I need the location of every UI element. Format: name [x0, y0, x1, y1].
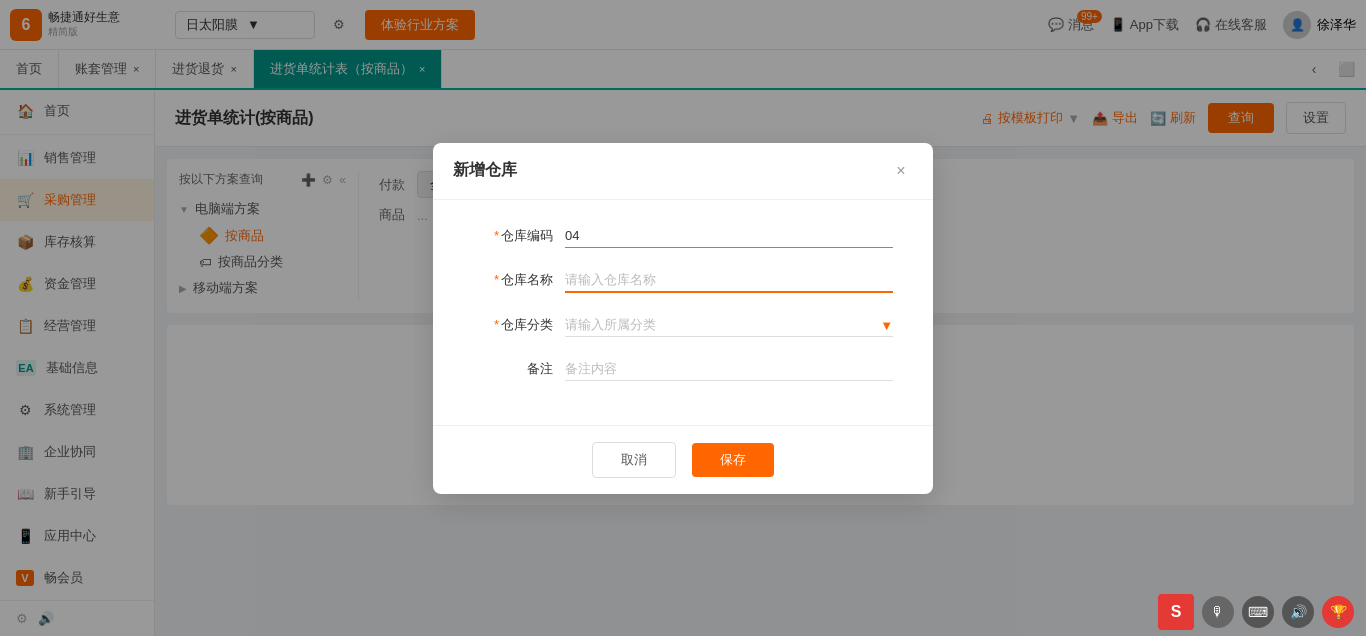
remark-label: 备注	[473, 360, 553, 378]
dialog-footer: 取消 保存	[433, 425, 933, 494]
required-star: *	[494, 228, 499, 243]
dialog-close-button[interactable]: ×	[889, 159, 913, 183]
form-row-name: *仓库名称	[473, 268, 893, 293]
warehouse-name-input[interactable]	[565, 268, 893, 293]
volume-button[interactable]: 🔊	[1282, 596, 1314, 628]
required-star-name: *	[494, 272, 499, 287]
modal-overlay: 新增仓库 × *仓库编码 *仓库名称 *仓库分类	[0, 0, 1366, 636]
warehouse-remark-input[interactable]	[565, 357, 893, 381]
warehouse-code-input[interactable]	[565, 224, 893, 248]
new-warehouse-dialog: 新增仓库 × *仓库编码 *仓库名称 *仓库分类	[433, 143, 933, 494]
form-row-remark: 备注	[473, 357, 893, 381]
save-button[interactable]: 保存	[692, 443, 774, 477]
bottom-bar: S 🎙 ⌨ 🔊 🏆	[1146, 588, 1366, 636]
category-label: *仓库分类	[473, 316, 553, 334]
name-label: *仓库名称	[473, 271, 553, 289]
form-row-category: *仓库分类 请输入所属分类 ▼	[473, 313, 893, 337]
warehouse-category-select[interactable]: 请输入所属分类	[565, 313, 893, 337]
microphone-button[interactable]: 🎙	[1202, 596, 1234, 628]
category-select-wrap: 请输入所属分类 ▼	[565, 313, 893, 337]
s-logo-icon: S	[1158, 594, 1194, 630]
dialog-header: 新增仓库 ×	[433, 143, 933, 200]
required-star-cat: *	[494, 317, 499, 332]
trophy-button[interactable]: 🏆	[1322, 596, 1354, 628]
dialog-title: 新增仓库	[453, 160, 517, 181]
form-row-code: *仓库编码	[473, 224, 893, 248]
dialog-body: *仓库编码 *仓库名称 *仓库分类 请输入所属分类	[433, 200, 933, 425]
code-label: *仓库编码	[473, 227, 553, 245]
cancel-button[interactable]: 取消	[592, 442, 676, 478]
keyboard-button[interactable]: ⌨	[1242, 596, 1274, 628]
